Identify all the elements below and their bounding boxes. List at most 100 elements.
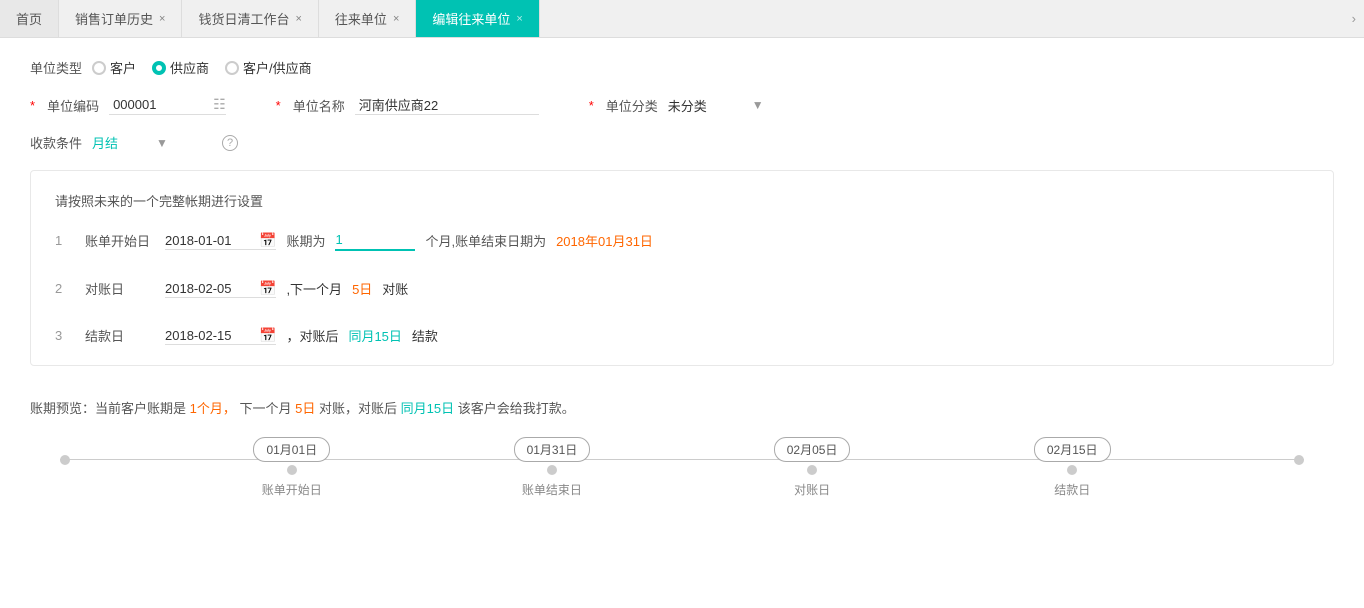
period-value-input[interactable] bbox=[335, 230, 415, 251]
card-title: 请按照未来的一个完整帐期进行设置 bbox=[55, 191, 1309, 210]
preview-highlight3: 同月15日 bbox=[401, 401, 454, 416]
row-num-3: 3 bbox=[55, 328, 75, 343]
timeline-node-2 bbox=[547, 465, 557, 475]
payment-terms-label: 收款条件 bbox=[30, 133, 82, 152]
radio-supplier-circle bbox=[152, 61, 166, 75]
row-field-label-2: 对账日 bbox=[85, 279, 155, 298]
radio-supplier-label: 供应商 bbox=[170, 58, 209, 77]
tab-bar: 首页 销售订单历史 × 钱货日清工作台 × 往来单位 × 编辑往来单位 × › bbox=[0, 0, 1364, 38]
payment-suffix-post: 结款 bbox=[412, 326, 438, 345]
period-label-1: 账期为 bbox=[286, 231, 325, 250]
timeline-end-dot bbox=[1294, 455, 1304, 465]
unit-code-input-wrap: ☷ bbox=[109, 95, 226, 115]
tab-cash-label: 钱货日清工作台 bbox=[198, 9, 289, 28]
unit-category-label: 单位分类 bbox=[606, 96, 658, 115]
unit-code-input[interactable] bbox=[109, 95, 209, 114]
main-content: 单位类型 客户 供应商 客户/供应商 * 单位编码 ☷ * 单位名称 bbox=[0, 38, 1364, 608]
preview-label-post: 该客户会给我打款。 bbox=[458, 401, 575, 416]
unit-name-input[interactable] bbox=[355, 95, 539, 115]
radio-both-circle bbox=[225, 61, 239, 75]
unit-type-label: 单位类型 bbox=[30, 58, 82, 77]
setting-row-2: 2 对账日 📅 ,下一个月 5日 对账 bbox=[55, 279, 1309, 298]
tab-sales-order-history[interactable]: 销售订单历史 × bbox=[59, 0, 182, 37]
preview-section: 账期预览：当前客户账期是 1个月， 下一个月 5日 对账，对账后 同月15日 该… bbox=[30, 382, 1334, 506]
date-input-3: 📅 bbox=[165, 327, 276, 345]
preview-highlight2: 5日 bbox=[295, 401, 315, 416]
row-num-2: 2 bbox=[55, 281, 75, 296]
date-field-1[interactable] bbox=[165, 233, 255, 248]
radio-both[interactable]: 客户/供应商 bbox=[225, 58, 312, 77]
chevron-down-icon[interactable]: ▼ bbox=[752, 98, 764, 112]
date-field-3[interactable] bbox=[165, 328, 255, 343]
payment-terms-select-wrap: 月结 ▼ bbox=[92, 133, 212, 152]
reconcile-day: 5日 bbox=[352, 279, 372, 298]
copy-icon[interactable]: ☷ bbox=[213, 96, 226, 113]
timeline-badge-4: 02月15日 bbox=[1034, 437, 1111, 462]
setting-row-1: 1 账单开始日 📅 账期为 个月,账单结束日期为 2018年01月31日 bbox=[55, 230, 1309, 251]
unit-fields-row: * 单位编码 ☷ * 单位名称 * 单位分类 未分类 ▼ bbox=[30, 95, 1334, 115]
preview-label-mid: 下一个月 bbox=[240, 401, 292, 416]
unit-name-label: 单位名称 bbox=[293, 96, 345, 115]
required-star-name: * bbox=[276, 98, 281, 113]
required-star-code: * bbox=[30, 98, 35, 113]
close-icon[interactable]: × bbox=[159, 13, 165, 25]
timeline-label-3: 对账日 bbox=[794, 481, 830, 498]
close-icon[interactable]: × bbox=[516, 13, 522, 25]
chevron-down-icon-payment[interactable]: ▼ bbox=[156, 136, 168, 150]
radio-customer-label: 客户 bbox=[110, 58, 136, 77]
preview-label-mid2: 对账，对账后 bbox=[319, 401, 397, 416]
date-input-1: 📅 bbox=[165, 232, 276, 250]
timeline-start-dot bbox=[60, 455, 70, 465]
date-input-2: 📅 bbox=[165, 280, 276, 298]
timeline-label-1: 账单开始日 bbox=[262, 481, 322, 498]
timeline-label-4: 结款日 bbox=[1054, 481, 1090, 498]
payment-terms-row: 收款条件 月结 ▼ ? bbox=[30, 133, 1334, 152]
row-field-label-3: 结款日 bbox=[85, 326, 155, 345]
radio-both-label: 客户/供应商 bbox=[243, 58, 312, 77]
timeline-badge-2: 01月31日 bbox=[514, 437, 591, 462]
preview-highlight1: 1个月， bbox=[190, 401, 236, 416]
calendar-icon-2[interactable]: 📅 bbox=[259, 280, 276, 297]
timeline-node-3 bbox=[807, 465, 817, 475]
help-icon[interactable]: ? bbox=[222, 135, 238, 151]
row-field-label-1: 账单开始日 bbox=[85, 231, 155, 250]
timeline: 01月01日 账单开始日 01月31日 账单结束日 02月05日 bbox=[30, 437, 1334, 498]
unit-type-row: 单位类型 客户 供应商 客户/供应商 bbox=[30, 58, 1334, 77]
payment-day: 同月15日 bbox=[348, 326, 401, 345]
timeline-point-4: 02月15日 结款日 bbox=[1034, 437, 1111, 498]
tab-more-arrow[interactable]: › bbox=[1344, 0, 1364, 37]
radio-supplier[interactable]: 供应商 bbox=[152, 58, 209, 77]
timeline-label-2: 账单结束日 bbox=[522, 481, 582, 498]
row-num-1: 1 bbox=[55, 233, 75, 248]
tab-cash-goods[interactable]: 钱货日清工作台 × bbox=[182, 0, 318, 37]
radio-customer[interactable]: 客户 bbox=[92, 58, 136, 77]
unit-type-radio-group: 客户 供应商 客户/供应商 bbox=[92, 58, 312, 77]
timeline-node-4 bbox=[1067, 465, 1077, 475]
timeline-line bbox=[60, 459, 1304, 460]
unit-category-select-wrap: 未分类 ▼ bbox=[668, 96, 788, 115]
calendar-icon-1[interactable]: 📅 bbox=[259, 232, 276, 249]
tab-home-label: 首页 bbox=[16, 9, 42, 28]
period-unit-label: 个月,账单结束日期为 bbox=[425, 231, 546, 250]
unit-code-label: 单位编码 bbox=[47, 96, 99, 115]
preview-text: 账期预览：当前客户账期是 1个月， 下一个月 5日 对账，对账后 同月15日 该… bbox=[30, 398, 1334, 417]
reconcile-suffix-pre: ,下一个月 bbox=[286, 279, 342, 298]
tab-edit-partner[interactable]: 编辑往来单位 × bbox=[416, 0, 539, 37]
payment-terms-value: 月结 bbox=[92, 133, 152, 152]
close-icon[interactable]: × bbox=[295, 13, 301, 25]
preview-label-pre: 账期预览：当前客户账期是 bbox=[30, 401, 186, 416]
setting-card: 请按照未来的一个完整帐期进行设置 1 账单开始日 📅 账期为 个月,账单结束日期… bbox=[30, 170, 1334, 366]
timeline-badge-3: 02月05日 bbox=[774, 437, 851, 462]
date-field-2[interactable] bbox=[165, 281, 255, 296]
calendar-icon-3[interactable]: 📅 bbox=[259, 327, 276, 344]
unit-category-value: 未分类 bbox=[668, 96, 748, 115]
tab-edit-label: 编辑往来单位 bbox=[432, 9, 510, 28]
period-end-date: 2018年01月31日 bbox=[556, 231, 653, 250]
tab-partner-units[interactable]: 往来单位 × bbox=[319, 0, 416, 37]
close-icon[interactable]: × bbox=[393, 13, 399, 25]
timeline-point-2: 01月31日 账单结束日 bbox=[514, 437, 591, 498]
tab-home[interactable]: 首页 bbox=[0, 0, 59, 37]
reconcile-suffix-post: 对账 bbox=[382, 279, 408, 298]
timeline-point-3: 02月05日 对账日 bbox=[774, 437, 851, 498]
setting-row-3: 3 结款日 📅 ，对账后 同月15日 结款 bbox=[55, 326, 1309, 345]
